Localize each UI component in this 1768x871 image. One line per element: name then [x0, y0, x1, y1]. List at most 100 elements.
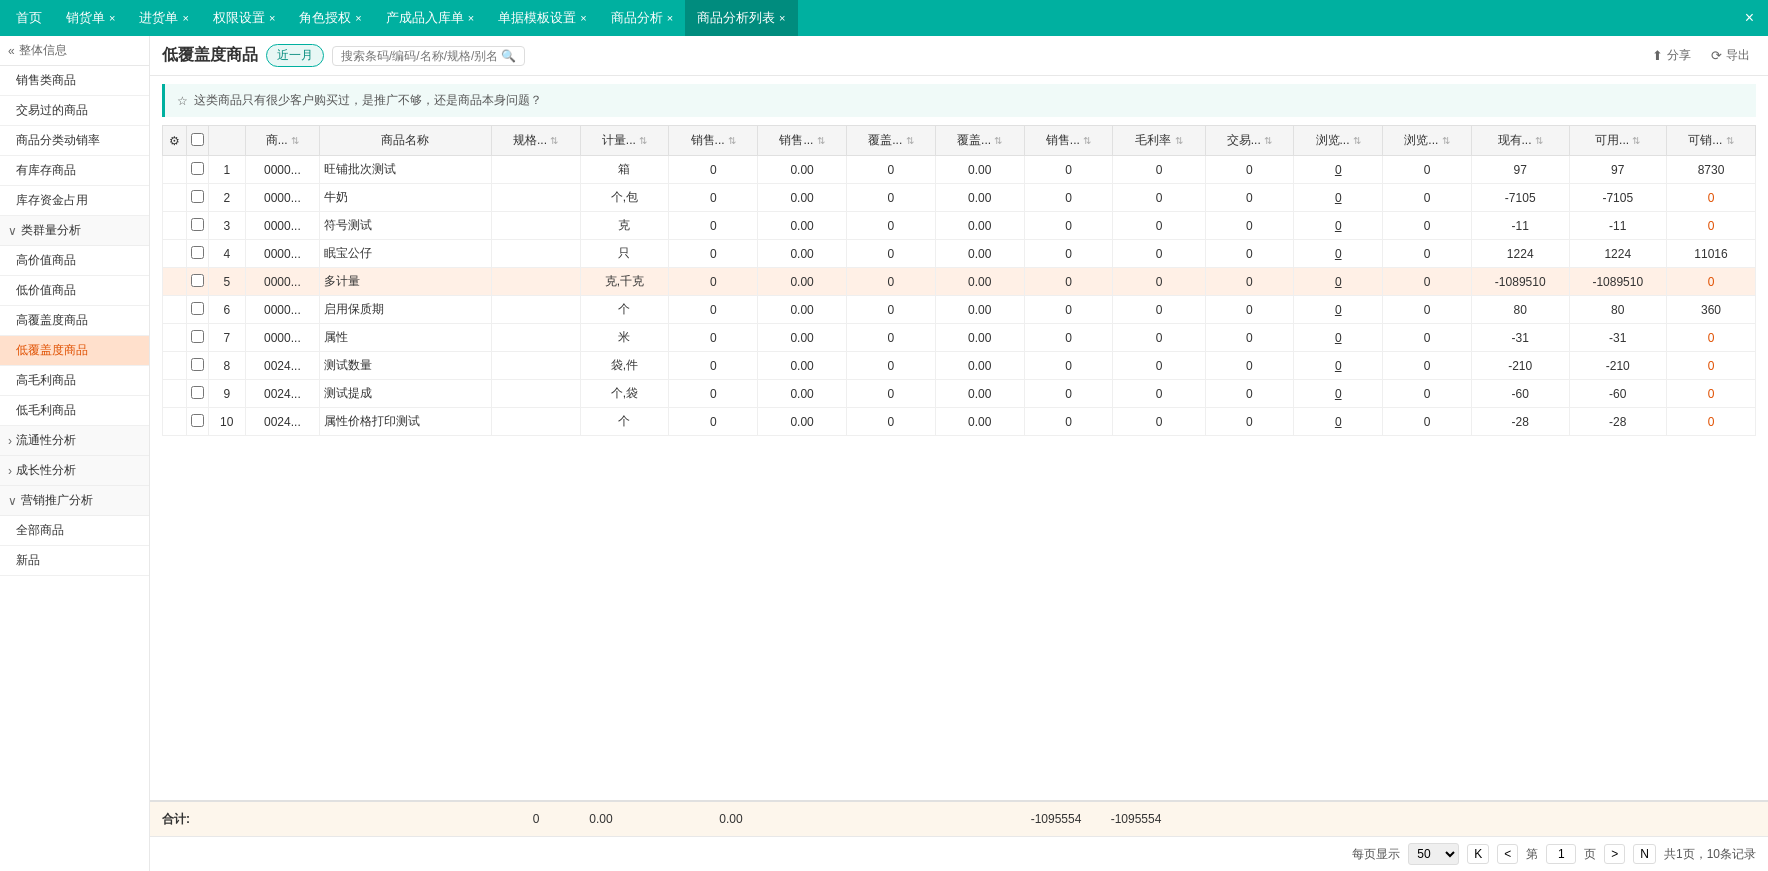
- checkbox-cell[interactable]: [187, 184, 209, 212]
- sidebar-section-cluster-analysis[interactable]: ∨ 类群量分析: [0, 216, 149, 246]
- settings-cell[interactable]: [163, 184, 187, 212]
- row-browse1[interactable]: 0: [1294, 324, 1383, 352]
- settings-cell[interactable]: [163, 324, 187, 352]
- row-checkbox[interactable]: [191, 190, 204, 203]
- col-gross-margin[interactable]: 毛利率 ⇅: [1113, 126, 1205, 156]
- row-checkbox[interactable]: [191, 218, 204, 231]
- sidebar-item-traded-products[interactable]: 交易过的商品: [0, 96, 149, 126]
- col-unit[interactable]: 计量... ⇅: [580, 126, 669, 156]
- settings-cell[interactable]: [163, 352, 187, 380]
- checkbox-cell[interactable]: [187, 240, 209, 268]
- col-available[interactable]: 可用... ⇅: [1569, 126, 1667, 156]
- row-browse1[interactable]: 0: [1294, 268, 1383, 296]
- nav-product-analysis[interactable]: 商品分析 ×: [599, 0, 685, 36]
- nav-role-auth[interactable]: 角色授权 ×: [287, 0, 373, 36]
- col-sales-qty[interactable]: 销售... ⇅: [669, 126, 758, 156]
- row-browse1[interactable]: 0: [1294, 240, 1383, 268]
- col-current-stock[interactable]: 现有... ⇅: [1471, 126, 1569, 156]
- row-checkbox[interactable]: [191, 302, 204, 315]
- settings-cell[interactable]: [163, 212, 187, 240]
- sidebar-section-growth-analysis[interactable]: › 成长性分析: [0, 456, 149, 486]
- filter-recent-month-button[interactable]: 近一月: [266, 44, 324, 67]
- first-page-button[interactable]: K: [1467, 844, 1489, 864]
- checkbox-cell[interactable]: [187, 380, 209, 408]
- sidebar-item-category-turnover[interactable]: 商品分类动销率: [0, 126, 149, 156]
- col-saleable[interactable]: 可销... ⇅: [1667, 126, 1756, 156]
- col-cover2[interactable]: 覆盖... ⇅: [935, 126, 1024, 156]
- sidebar-item-low-margin[interactable]: 低毛利商品: [0, 396, 149, 426]
- prev-page-button[interactable]: <: [1497, 844, 1518, 864]
- row-checkbox[interactable]: [191, 414, 204, 427]
- row-checkbox[interactable]: [191, 162, 204, 175]
- close-icon[interactable]: ×: [580, 0, 586, 36]
- col-spec[interactable]: 规格... ⇅: [491, 126, 580, 156]
- select-all-checkbox[interactable]: [191, 133, 204, 146]
- row-browse1[interactable]: 0: [1294, 212, 1383, 240]
- checkbox-cell[interactable]: [187, 212, 209, 240]
- search-icon[interactable]: 🔍: [501, 49, 516, 63]
- next-page-button[interactable]: >: [1604, 844, 1625, 864]
- col-name[interactable]: 商品名称: [320, 126, 492, 156]
- close-icon[interactable]: ×: [269, 0, 275, 36]
- row-browse1[interactable]: 0: [1294, 156, 1383, 184]
- close-all-button[interactable]: ×: [1735, 0, 1764, 36]
- sidebar-collapse-button[interactable]: « 整体信息: [0, 36, 149, 66]
- row-browse1[interactable]: 0: [1294, 296, 1383, 324]
- sidebar-section-marketing-analysis[interactable]: ∨ 营销推广分析: [0, 486, 149, 516]
- settings-cell[interactable]: [163, 380, 187, 408]
- nav-sales-order[interactable]: 销货单 ×: [54, 0, 127, 36]
- settings-cell[interactable]: [163, 268, 187, 296]
- col-sales3[interactable]: 销售... ⇅: [1024, 126, 1113, 156]
- last-page-button[interactable]: N: [1633, 844, 1656, 864]
- col-browse2[interactable]: 浏览... ⇅: [1383, 126, 1472, 156]
- sidebar-item-high-coverage[interactable]: 高覆盖度商品: [0, 306, 149, 336]
- checkbox-cell[interactable]: [187, 156, 209, 184]
- row-browse1[interactable]: 0: [1294, 352, 1383, 380]
- nav-template-settings[interactable]: 单据模板设置 ×: [486, 0, 598, 36]
- search-input[interactable]: [341, 49, 501, 63]
- sidebar-item-new-products[interactable]: 新品: [0, 546, 149, 576]
- row-checkbox[interactable]: [191, 246, 204, 259]
- close-icon[interactable]: ×: [109, 0, 115, 36]
- nav-product-analysis-list[interactable]: 商品分析列表 ×: [685, 0, 797, 36]
- checkbox-column-header[interactable]: [187, 126, 209, 156]
- sidebar-item-low-value[interactable]: 低价值商品: [0, 276, 149, 306]
- col-browse1[interactable]: 浏览... ⇅: [1294, 126, 1383, 156]
- col-trans[interactable]: 交易... ⇅: [1205, 126, 1294, 156]
- export-button[interactable]: ⟳ 导出: [1705, 45, 1756, 66]
- nav-home[interactable]: 首页: [4, 0, 54, 36]
- sidebar-item-sales-products[interactable]: 销售类商品: [0, 66, 149, 96]
- close-icon[interactable]: ×: [667, 0, 673, 36]
- settings-cell[interactable]: [163, 156, 187, 184]
- col-sales-amt[interactable]: 销售... ⇅: [758, 126, 847, 156]
- sidebar-item-low-coverage[interactable]: 低覆盖度商品: [0, 336, 149, 366]
- sidebar-item-all-products[interactable]: 全部商品: [0, 516, 149, 546]
- checkbox-cell[interactable]: [187, 324, 209, 352]
- col-cover1[interactable]: 覆盖... ⇅: [847, 126, 936, 156]
- checkbox-cell[interactable]: [187, 296, 209, 324]
- nav-product-inbound[interactable]: 产成品入库单 ×: [374, 0, 486, 36]
- row-checkbox[interactable]: [191, 330, 204, 343]
- close-icon[interactable]: ×: [182, 0, 188, 36]
- checkbox-cell[interactable]: [187, 352, 209, 380]
- settings-cell[interactable]: [163, 408, 187, 436]
- row-checkbox[interactable]: [191, 358, 204, 371]
- row-browse1[interactable]: 0: [1294, 380, 1383, 408]
- page-size-select[interactable]: 20 50 100: [1408, 843, 1459, 865]
- sidebar-section-liquidity-analysis[interactable]: › 流通性分析: [0, 426, 149, 456]
- col-code[interactable]: 商... ⇅: [245, 126, 320, 156]
- row-checkbox[interactable]: [191, 386, 204, 399]
- sidebar-item-high-margin[interactable]: 高毛利商品: [0, 366, 149, 396]
- row-browse1[interactable]: 0: [1294, 184, 1383, 212]
- row-checkbox[interactable]: [191, 274, 204, 287]
- page-number-input[interactable]: [1546, 844, 1576, 864]
- close-icon[interactable]: ×: [779, 0, 785, 36]
- checkbox-cell[interactable]: [187, 268, 209, 296]
- sidebar-item-inventory-capital[interactable]: 库存资金占用: [0, 186, 149, 216]
- checkbox-cell[interactable]: [187, 408, 209, 436]
- row-browse1[interactable]: 0: [1294, 408, 1383, 436]
- settings-column-header[interactable]: ⚙: [163, 126, 187, 156]
- nav-purchase-order[interactable]: 进货单 ×: [127, 0, 200, 36]
- settings-cell[interactable]: [163, 240, 187, 268]
- sidebar-item-high-value[interactable]: 高价值商品: [0, 246, 149, 276]
